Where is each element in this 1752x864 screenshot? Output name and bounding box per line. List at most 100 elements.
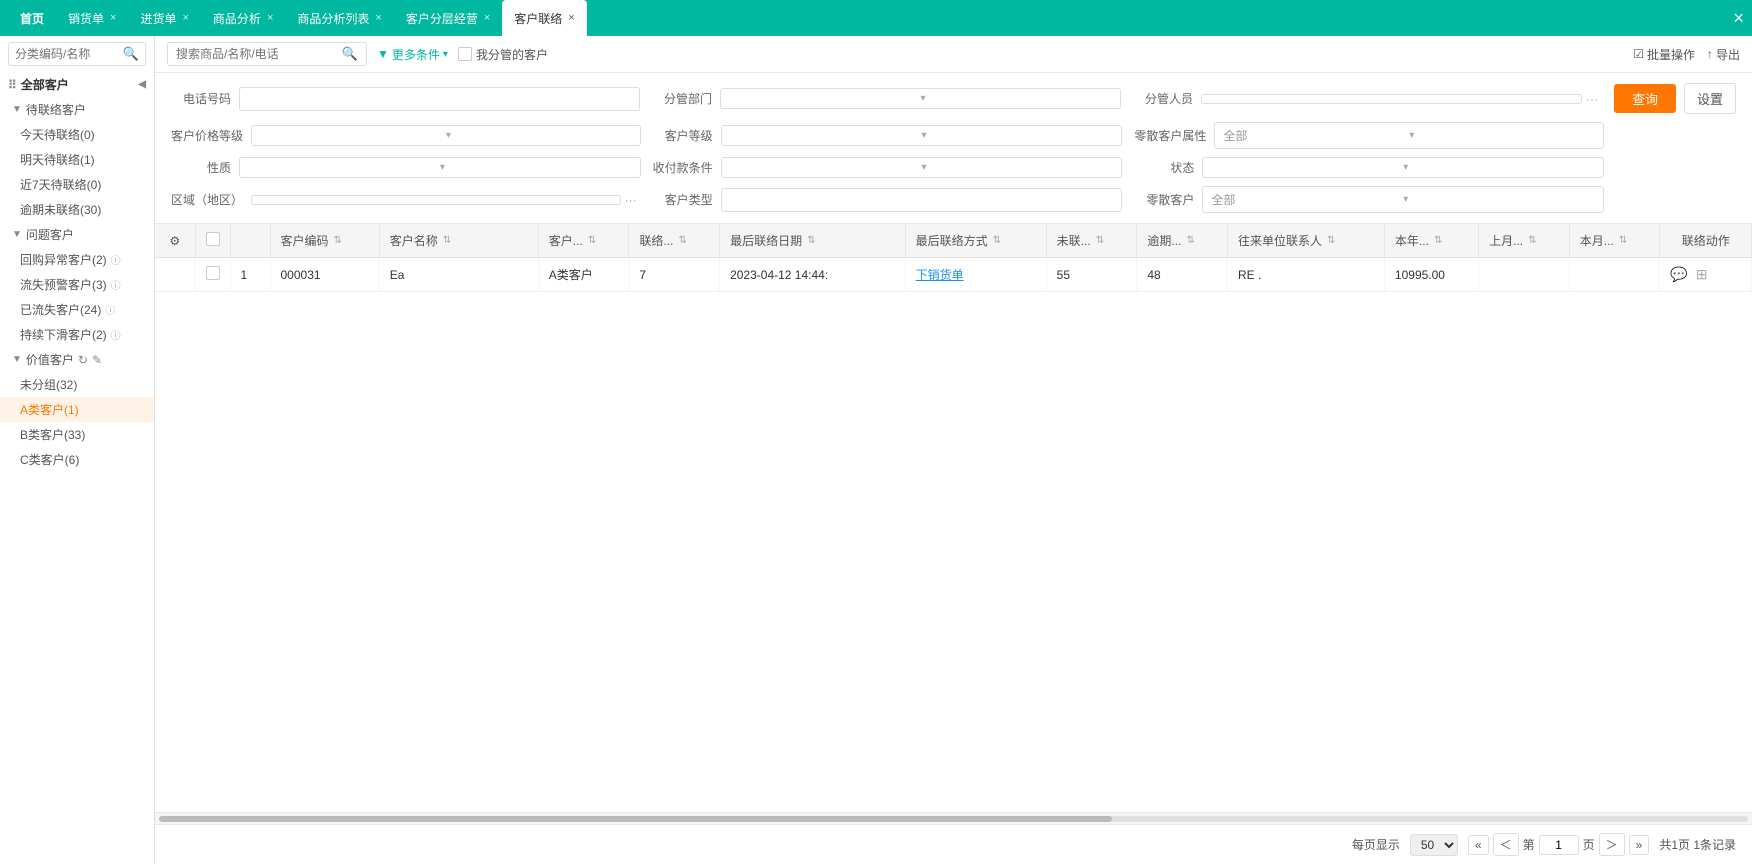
phone-input[interactable]	[239, 87, 640, 111]
nav-tab-sales-close[interactable]: ×	[110, 12, 116, 24]
sort-icon-code[interactable]: ⇅	[334, 235, 342, 246]
th-unit-contact[interactable]: 往来单位联系人 ⇅	[1227, 224, 1384, 258]
sort-icon-overdue[interactable]: ⇅	[1186, 235, 1194, 246]
sidebar-search-icon[interactable]: 🔍	[123, 46, 139, 62]
th-this-year[interactable]: 本年... ⇅	[1384, 224, 1478, 258]
region-select[interactable]	[251, 195, 621, 205]
more-filters-btn[interactable]: ▼ 更多条件 ▾	[377, 46, 448, 63]
first-page-btn[interactable]: «	[1468, 835, 1489, 855]
person-select[interactable]	[1201, 94, 1582, 104]
nav-tab-sales[interactable]: 销货单 ×	[56, 0, 128, 36]
dept-select[interactable]: ▾	[720, 88, 1121, 109]
sidebar-group-value-customers[interactable]: ▼ 价值客户 ↻ ✎	[0, 347, 154, 372]
nature-select[interactable]: ▾	[239, 157, 641, 178]
query-button[interactable]: 查询	[1614, 84, 1676, 113]
filter-search-input[interactable]	[176, 47, 342, 61]
my-customers-checkbox[interactable]: 我分管的客户	[458, 46, 548, 63]
sidebar-item-unclassified[interactable]: 未分组(32)	[0, 372, 154, 397]
sidebar-item-class-b[interactable]: B类客户(33)	[0, 422, 154, 447]
retail-customer-select[interactable]: 全部 ▾	[1202, 186, 1604, 213]
nav-tab-customer-segment-close[interactable]: ×	[484, 12, 490, 24]
sidebar-item-class-c[interactable]: C类客户(6)	[0, 447, 154, 472]
page-num-input[interactable]	[1539, 835, 1579, 855]
nav-tab-home[interactable]: 首页	[8, 0, 56, 36]
edit-icon[interactable]: ✎	[92, 353, 102, 367]
sidebar-all-customers[interactable]: ⠿ 全部客户 ◀	[0, 72, 154, 97]
th-last-month[interactable]: 上月... ⇅	[1479, 224, 1570, 258]
person-dots[interactable]: ···	[1582, 92, 1602, 106]
customer-type-input[interactable]	[721, 188, 1123, 212]
grid-action-icon[interactable]: ⊞	[1696, 266, 1708, 283]
nav-tab-customer-contact[interactable]: 客户联络 ×	[502, 0, 586, 36]
th-last-contact-date[interactable]: 最后联络日期 ⇅	[720, 224, 906, 258]
retail-attr-select[interactable]: 全部 ▾	[1214, 122, 1604, 149]
gear-icon[interactable]: ⚙	[169, 234, 180, 248]
td-check[interactable]	[195, 258, 230, 292]
th-checkbox[interactable]	[206, 232, 220, 246]
sort-icon-contact[interactable]: ⇅	[678, 235, 686, 246]
sidebar-group-pending-contact[interactable]: ▼ 待联络客户	[0, 97, 154, 122]
sidebar-group-problem-customers[interactable]: ▼ 问题客户	[0, 222, 154, 247]
customer-level-select[interactable]: ▾	[721, 125, 1123, 146]
price-level-select[interactable]: ▾	[251, 125, 641, 146]
filter-search-icon[interactable]: 🔍	[342, 46, 358, 62]
th-customer-type[interactable]: 客户... ⇅	[538, 224, 629, 258]
th-overdue[interactable]: 逾期... ⇅	[1137, 224, 1228, 258]
sort-icon-date[interactable]: ⇅	[807, 235, 815, 246]
scrollbar-thumb[interactable]	[159, 816, 1112, 822]
status-select[interactable]: ▾	[1202, 157, 1604, 178]
batch-op-btn[interactable]: ☑ 批量操作	[1633, 46, 1695, 63]
export-btn[interactable]: ↑ 导出	[1707, 46, 1740, 63]
sort-icon-unit[interactable]: ⇅	[1327, 235, 1335, 246]
sort-icon-this-year[interactable]: ⇅	[1434, 235, 1442, 246]
sort-icon-no-contact[interactable]: ⇅	[1096, 235, 1104, 246]
sidebar-item-lost[interactable]: 已流失客户(24) ⓘ	[0, 297, 154, 322]
nav-tab-customer-segment[interactable]: 客户分层经营 ×	[394, 0, 502, 36]
sidebar-item-class-a[interactable]: A类客户(1)	[0, 397, 154, 422]
refresh-icon[interactable]: ↻	[78, 353, 88, 367]
payment-select[interactable]: ▾	[721, 157, 1123, 178]
sort-icon-method[interactable]: ⇅	[993, 235, 1001, 246]
th-gear[interactable]: ⚙	[155, 224, 195, 258]
horizontal-scrollbar[interactable]	[155, 812, 1752, 824]
sort-icon-name[interactable]: ⇅	[443, 235, 451, 246]
td-last-contact-method[interactable]: 下销货单	[905, 258, 1046, 292]
last-page-btn[interactable]: »	[1629, 835, 1650, 855]
sidebar-search-box[interactable]: 🔍	[8, 42, 146, 66]
th-customer-name[interactable]: 客户名称 ⇅	[379, 224, 538, 258]
sidebar-item-lost-prediction[interactable]: 流失预警客户(3) ⓘ	[0, 272, 154, 297]
nav-tab-purchase[interactable]: 进货单 ×	[128, 0, 200, 36]
sidebar-item-seven-days[interactable]: 近7天待联络(0)	[0, 172, 154, 197]
prev-page-btn[interactable]: ＜	[1493, 833, 1519, 856]
last-contact-method-link[interactable]: 下销货单	[916, 268, 964, 282]
chat-action-icon[interactable]: 💬	[1670, 266, 1687, 283]
settings-button[interactable]: 设置	[1684, 83, 1736, 114]
th-last-contact-method[interactable]: 最后联络方式 ⇅	[905, 224, 1046, 258]
nav-tab-purchase-close[interactable]: ×	[182, 12, 188, 24]
sidebar-item-tomorrow[interactable]: 明天待联络(1)	[0, 147, 154, 172]
sidebar-search-input[interactable]	[15, 47, 123, 61]
sort-icon-last-month[interactable]: ⇅	[1528, 235, 1536, 246]
th-check[interactable]	[195, 224, 230, 258]
scrollbar-track[interactable]	[159, 816, 1748, 822]
nav-tab-goods-analysis-list-close[interactable]: ×	[375, 12, 381, 24]
sort-icon-this-month[interactable]: ⇅	[1619, 235, 1627, 246]
sidebar-item-repeat-abnormal[interactable]: 回购异常客户(2) ⓘ	[0, 247, 154, 272]
sort-icon-type[interactable]: ⇅	[588, 235, 596, 246]
nav-tab-customer-contact-close[interactable]: ×	[568, 12, 574, 24]
th-customer-code[interactable]: 客户编码 ⇅	[270, 224, 379, 258]
sidebar-item-overdue[interactable]: 逾期未联络(30)	[0, 197, 154, 222]
nav-tab-goods-analysis-list[interactable]: 商品分析列表 ×	[285, 0, 393, 36]
page-size-select[interactable]: 50	[1410, 834, 1458, 856]
next-page-btn[interactable]: ＞	[1599, 833, 1625, 856]
sidebar-item-continuous-decline[interactable]: 持续下滑客户(2) ⓘ	[0, 322, 154, 347]
th-contact[interactable]: 联络... ⇅	[629, 224, 720, 258]
collapse-icon[interactable]: ◀	[138, 79, 146, 90]
my-customers-check-box[interactable]	[458, 47, 472, 61]
filter-search-box[interactable]: 🔍	[167, 42, 367, 66]
row-checkbox[interactable]	[206, 266, 220, 280]
nav-tab-goods-analysis[interactable]: 商品分析 ×	[201, 0, 285, 36]
region-dots[interactable]: ···	[621, 193, 641, 207]
nav-tab-goods-analysis-close[interactable]: ×	[267, 12, 273, 24]
th-no-contact[interactable]: 未联... ⇅	[1046, 224, 1137, 258]
